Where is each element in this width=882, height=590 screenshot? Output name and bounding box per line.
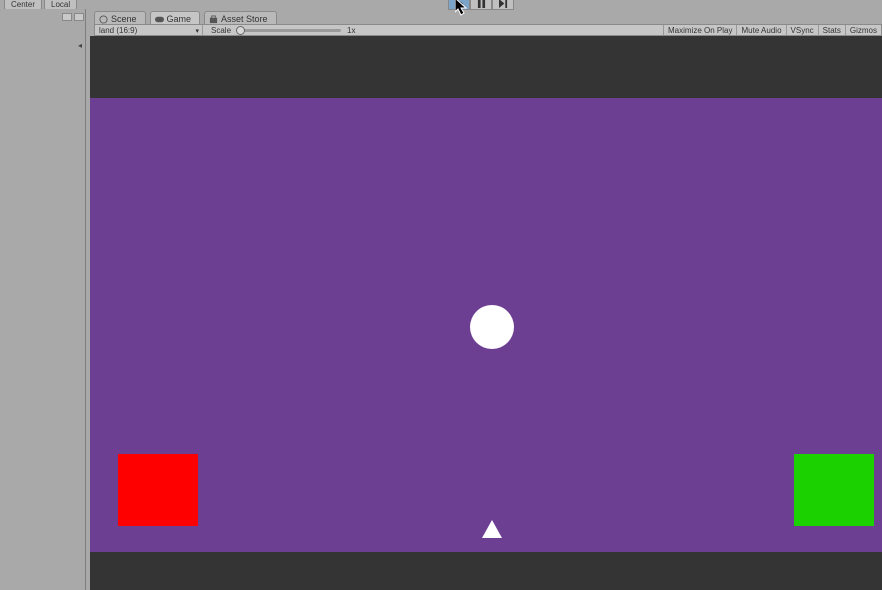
maximize-on-play-label: Maximize On Play (668, 26, 732, 35)
maximize-on-play-toggle[interactable]: Maximize On Play (663, 25, 736, 35)
panel-collapse-icon[interactable]: ◂ (78, 41, 82, 50)
center-pivot-label: Center (11, 0, 35, 9)
stats-toggle[interactable]: Stats (818, 25, 845, 35)
white-triangle (482, 520, 502, 538)
game-icon (155, 14, 164, 23)
tab-scene[interactable]: Scene (94, 11, 146, 25)
asset-store-icon (209, 14, 218, 23)
scale-label: Scale (211, 26, 231, 35)
step-icon (499, 0, 508, 8)
hierarchy-panel-controls (62, 13, 84, 21)
viewport-right-toggles: Maximize On Play Mute Audio VSync Stats … (663, 25, 881, 35)
step-button[interactable] (492, 0, 514, 10)
play-button[interactable] (448, 0, 470, 10)
game-control-bar: land (16:9) ▾ Scale 1x Maximize On Play … (94, 24, 882, 36)
red-block (118, 454, 198, 526)
pause-icon (477, 0, 486, 8)
green-block (794, 454, 874, 526)
mute-audio-toggle[interactable]: Mute Audio (736, 25, 785, 35)
stats-label: Stats (823, 26, 841, 35)
vsync-label: VSync (791, 26, 814, 35)
local-space-label: Local (51, 0, 70, 9)
scale-slider-handle[interactable] (236, 26, 245, 35)
mute-audio-label: Mute Audio (741, 26, 781, 35)
game-viewport[interactable] (90, 98, 882, 552)
panel-menu-button[interactable] (74, 13, 84, 21)
scale-slider[interactable] (237, 29, 341, 32)
panel-lock-button[interactable] (62, 13, 72, 21)
aspect-ratio-label: land (16:9) (99, 26, 137, 35)
vsync-toggle[interactable]: VSync (786, 25, 818, 35)
scale-value: 1x (347, 26, 355, 35)
play-icon (455, 0, 464, 8)
scene-icon (99, 14, 108, 23)
top-toolbar: Center Local (0, 0, 882, 9)
white-circle (470, 305, 514, 349)
game-frame (90, 36, 882, 590)
tab-asset-store[interactable]: Asset Store (204, 11, 277, 25)
gizmos-toggle[interactable]: Gizmos (845, 25, 881, 35)
tab-game[interactable]: Game (150, 11, 201, 25)
hierarchy-panel: ◂ (0, 9, 86, 590)
playback-controls (448, 0, 514, 10)
viewport-tabs: Scene Game Asset Store (94, 11, 277, 25)
aspect-ratio-dropdown[interactable]: land (16:9) ▾ (95, 25, 203, 35)
pause-button[interactable] (470, 0, 492, 10)
gizmos-label: Gizmos (850, 26, 877, 35)
